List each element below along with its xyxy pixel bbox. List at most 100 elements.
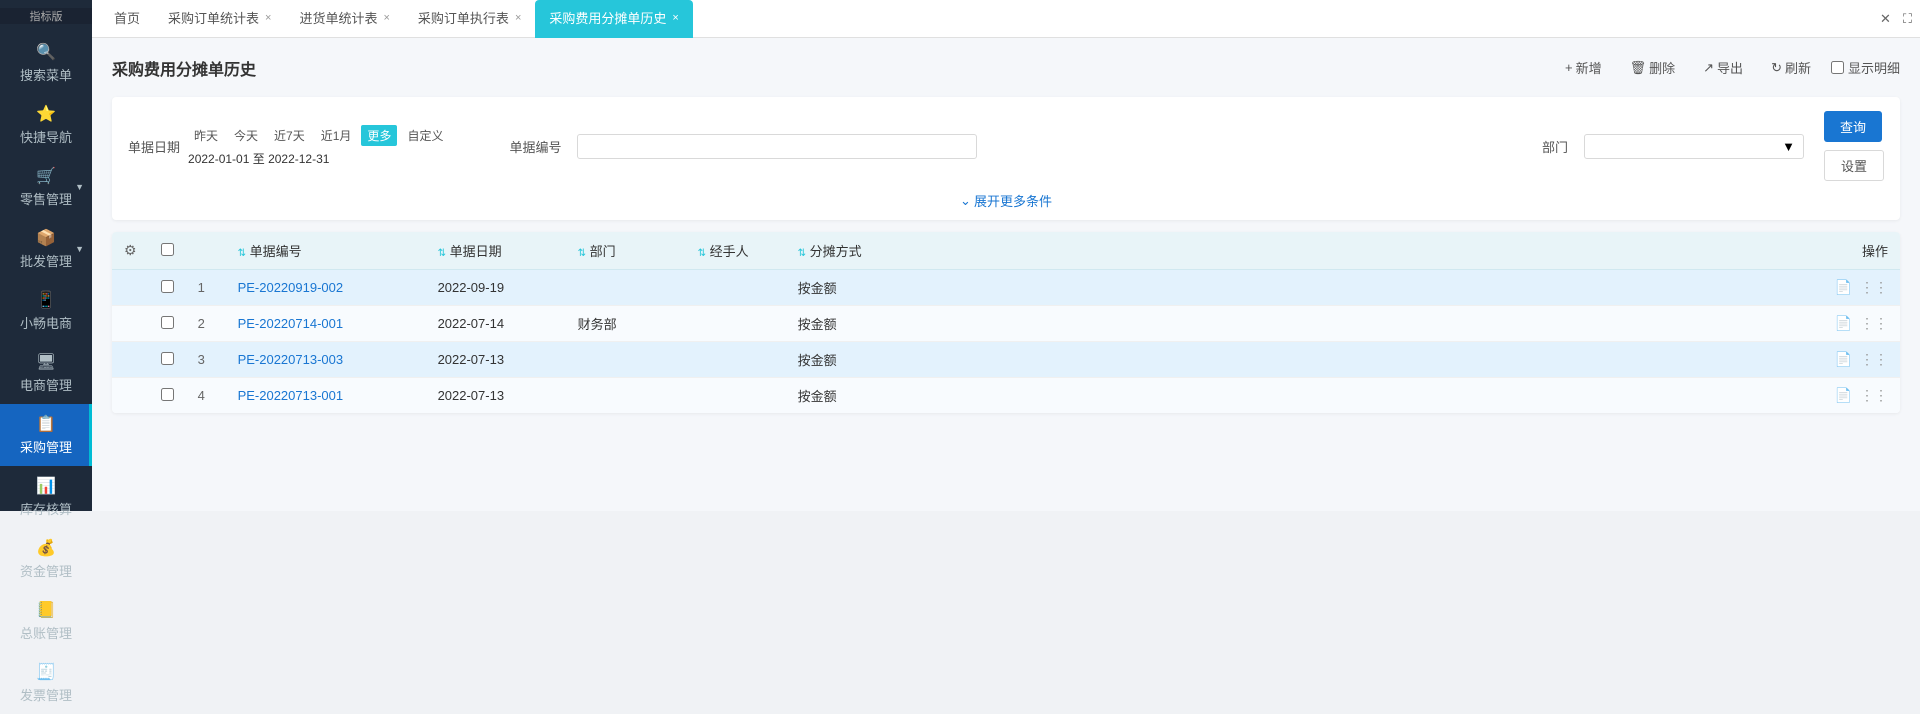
sidebar-item-inventory[interactable]: 📊 库存核算	[0, 466, 92, 528]
doc-link[interactable]: PE-20220713-001	[238, 388, 344, 403]
settings-icon[interactable]: ⚙	[124, 242, 137, 258]
close-icon[interactable]: ×	[383, 12, 389, 24]
docno-filter: 单据编号	[509, 134, 1522, 159]
close-all-icon[interactable]: ✕	[1880, 11, 1891, 27]
tab-purchase-cost-history[interactable]: 采购费用分摊单历史 ×	[535, 0, 692, 38]
row-method-cell: 按金额	[786, 306, 1820, 342]
row-checkbox[interactable]	[161, 280, 174, 293]
date-btn-yesterday[interactable]: 昨天	[188, 125, 224, 146]
row-num-cell: 4	[186, 378, 226, 414]
sort-icon[interactable]: ⇅	[438, 248, 446, 259]
row-more-icon[interactable]: ⋮⋮	[1860, 351, 1888, 368]
sidebar-logo: 指标版	[0, 8, 92, 24]
row-dept-cell	[566, 378, 686, 414]
table-row: 4 PE-20220713-001 2022-07-13 按金额 📄 ⋮⋮	[112, 378, 1900, 414]
add-icon: +	[1565, 60, 1573, 75]
sidebar-item-label: 零售管理	[20, 189, 72, 208]
row-edit-icon[interactable]: 📄	[1835, 315, 1852, 332]
sort-icon[interactable]: ⇅	[698, 248, 706, 259]
th-dept: ⇅ 部门	[566, 232, 686, 270]
date-btn-custom[interactable]: 自定义	[401, 125, 449, 146]
main-content: 首页 采购订单统计表 × 进货单统计表 × 采购订单执行表 × 采购费用分摊单历…	[92, 0, 1920, 511]
date-btn-more[interactable]: 更多	[361, 125, 397, 146]
select-all-checkbox[interactable]	[161, 243, 174, 256]
table-header-row: ⚙ ⇅ 单据编号 ⇅ 单据日期	[112, 232, 1900, 270]
row-checkbox[interactable]	[161, 316, 174, 329]
finance-icon: 💰	[36, 538, 56, 558]
maximize-icon[interactable]: ⛶	[1903, 11, 1912, 27]
doc-link[interactable]: PE-20220713-003	[238, 352, 344, 367]
sidebar-item-finance[interactable]: 💰 资金管理	[0, 528, 92, 590]
sidebar-item-ledger[interactable]: 📒 总账管理	[0, 590, 92, 652]
row-handler-cell	[686, 306, 786, 342]
doc-link[interactable]: PE-20220714-001	[238, 316, 344, 331]
close-icon[interactable]: ×	[265, 12, 271, 24]
sidebar-item-label: 电商管理	[20, 375, 72, 394]
invoice-icon: 🧾	[36, 662, 56, 682]
tab-purchase-order-exec[interactable]: 采购订单执行表 ×	[404, 0, 535, 38]
sidebar-item-mini[interactable]: 📱 小畅电商	[0, 280, 92, 342]
sort-icon[interactable]: ⇅	[238, 248, 246, 259]
doc-link[interactable]: PE-20220919-002	[238, 280, 344, 295]
data-table: ⚙ ⇅ 单据编号 ⇅ 单据日期	[112, 232, 1900, 413]
docno-label: 单据编号	[509, 137, 561, 156]
show-detail-checkbox[interactable]	[1831, 61, 1844, 74]
docno-input[interactable]	[577, 134, 977, 159]
refresh-label: 刷新	[1785, 58, 1811, 77]
th-docno-label: 单据编号	[250, 244, 302, 259]
sidebar-item-shortcut[interactable]: ⭐ 快捷导航	[0, 94, 92, 156]
row-num-cell: 1	[186, 270, 226, 306]
table-section: ⚙ ⇅ 单据编号 ⇅ 单据日期	[112, 232, 1900, 413]
close-icon[interactable]: ×	[515, 12, 521, 24]
row-date-cell: 2022-07-13	[426, 378, 566, 414]
row-more-icon[interactable]: ⋮⋮	[1860, 387, 1888, 404]
close-icon[interactable]: ×	[672, 12, 678, 24]
row-more-icon[interactable]: ⋮⋮	[1860, 315, 1888, 332]
delete-label: 删除	[1649, 58, 1675, 77]
dept-select[interactable]: ▼	[1584, 134, 1804, 159]
date-btn-7days[interactable]: 近7天	[268, 125, 311, 146]
sidebar-item-search[interactable]: 🔍 搜索菜单	[0, 32, 92, 94]
date-label: 单据日期	[128, 137, 180, 156]
row-edit-icon[interactable]: 📄	[1835, 279, 1852, 296]
sidebar-item-wholesale[interactable]: 📦 批发管理 ▼	[0, 218, 92, 280]
row-date-cell: 2022-07-14	[426, 306, 566, 342]
th-action: 操作	[1820, 232, 1900, 270]
purchase-icon: 📋	[36, 414, 56, 434]
sidebar-item-retail[interactable]: 🛒 零售管理 ▼	[0, 156, 92, 218]
export-label: 导出	[1717, 58, 1743, 77]
sort-icon[interactable]: ⇅	[798, 248, 806, 259]
row-docno-cell: PE-20220714-001	[226, 306, 426, 342]
delete-button[interactable]: 🗑 删除	[1622, 54, 1684, 81]
date-shortcuts: 昨天 今天 近7天 近1月 更多 自定义 2022-01-01 至 2022-1…	[188, 125, 449, 167]
row-edit-icon[interactable]: 📄	[1835, 387, 1852, 404]
sidebar-item-label: 小畅电商	[20, 313, 72, 332]
sidebar-item-invoice[interactable]: 🧾 发票管理	[0, 652, 92, 714]
date-btn-today[interactable]: 今天	[228, 125, 264, 146]
date-btn-1month[interactable]: 近1月	[315, 125, 358, 146]
tab-receipt-stat[interactable]: 进货单统计表 ×	[285, 0, 403, 38]
sidebar-item-label: 快捷导航	[20, 127, 72, 146]
sidebar-item-ecom[interactable]: 🖥 电商管理	[0, 342, 92, 404]
tab-home[interactable]: 首页	[100, 0, 154, 38]
refresh-button[interactable]: ↻ 刷新	[1763, 54, 1819, 81]
wholesale-icon: 📦	[36, 228, 56, 248]
row-edit-icon[interactable]: 📄	[1835, 351, 1852, 368]
sort-icon[interactable]: ⇅	[578, 248, 586, 259]
filter-settings-button[interactable]: 设置	[1824, 150, 1884, 181]
add-button[interactable]: + 新增	[1557, 54, 1610, 81]
row-more-icon[interactable]: ⋮⋮	[1860, 279, 1888, 296]
export-button[interactable]: ↗ 导出	[1695, 54, 1751, 81]
row-checkbox[interactable]	[161, 388, 174, 401]
tab-home-label: 首页	[114, 8, 140, 27]
query-button[interactable]: 查询	[1824, 111, 1882, 142]
sidebar-item-purchase[interactable]: 📋 采购管理	[0, 404, 92, 466]
row-docno-cell: PE-20220713-001	[226, 378, 426, 414]
sidebar-item-label: 采购管理	[20, 437, 72, 456]
tab-purchase-cost-history-label: 采购费用分摊单历史	[549, 8, 666, 27]
expand-button[interactable]: ⌄ 展开更多条件	[960, 191, 1052, 210]
tab-purchase-order-stat[interactable]: 采购订单统计表 ×	[154, 0, 285, 38]
row-method-cell: 按金额	[786, 342, 1820, 378]
show-detail-toggle[interactable]: 显示明细	[1831, 58, 1900, 77]
row-checkbox[interactable]	[161, 352, 174, 365]
